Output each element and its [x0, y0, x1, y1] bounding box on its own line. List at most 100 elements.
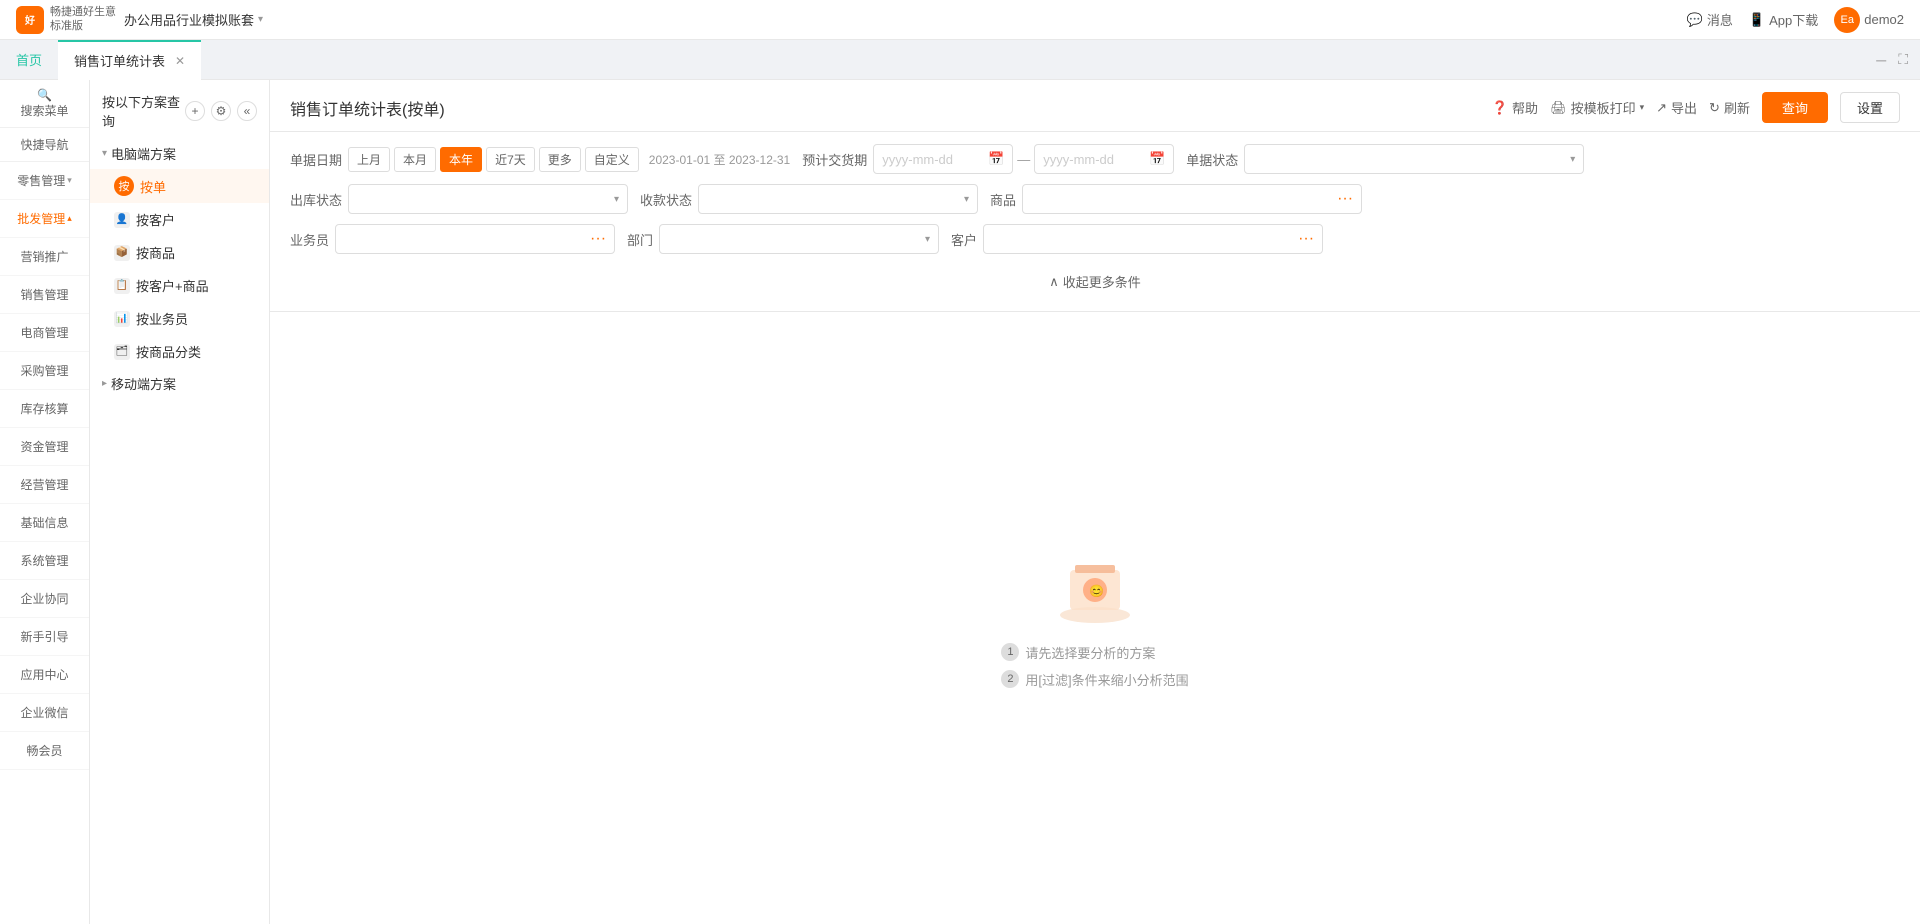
tip-num-1: 1: [1001, 643, 1019, 661]
scheme-group-pc: ▾ 电脑端方案 按 按单 👤 按客户 📦 按商品 📋 按客户+商品: [90, 138, 269, 368]
settings-btn[interactable]: 设置: [1840, 92, 1900, 123]
product-select[interactable]: ···: [1022, 184, 1362, 214]
scheme-settings-btn[interactable]: ⚙: [211, 101, 231, 121]
sidebar-item-retail[interactable]: 零售管理 ▾: [0, 162, 89, 200]
sidebar-item-ecommerce[interactable]: 电商管理: [0, 314, 89, 352]
sidebar-marketing-label: 营销推广: [20, 250, 68, 264]
filter-area: 单据日期 上月 本月 本年 近7天 更多 自定义 2023-01-01 至 20…: [270, 132, 1920, 312]
sidebar-item-appstore[interactable]: 应用中心: [0, 656, 89, 694]
date-btn-group: 上月 本月 本年 近7天 更多 自定义: [348, 147, 639, 172]
refresh-icon: ↻: [1709, 100, 1720, 116]
empty-tips: 1 请先选择要分析的方案 2 用[过滤]条件来缩小分析范围: [1001, 643, 1188, 697]
search-icon: 🔍: [8, 88, 81, 102]
collapse-bar[interactable]: ∧ 收起更多条件: [290, 264, 1900, 299]
scheme-collapse-btn[interactable]: «: [237, 101, 257, 121]
sidebar-quick[interactable]: 快捷导航: [0, 128, 89, 162]
filter-expected-date-label: 预计交货期: [802, 150, 867, 169]
scheme-item-by-product[interactable]: 📦 按商品: [90, 236, 269, 269]
user-area[interactable]: Ea demo2: [1834, 7, 1904, 33]
tab-close-btn[interactable]: ✕: [175, 54, 185, 68]
bill-status-select[interactable]: ▾: [1244, 144, 1584, 174]
salesman-more-btn[interactable]: ···: [590, 230, 606, 248]
date-last-month-btn[interactable]: 上月: [348, 147, 390, 172]
sidebar-item-purchase[interactable]: 采购管理: [0, 352, 89, 390]
main-content: 销售订单统计表(按单) ❓ 帮助 🖨 按模板打印 ▾ ↗ 导出: [270, 80, 1920, 924]
scheme-item-by-order[interactable]: 按 按单: [90, 169, 269, 203]
date-custom-btn[interactable]: 自定义: [585, 147, 639, 172]
salesman-select[interactable]: ···: [335, 224, 615, 254]
message-btn[interactable]: 💬 消息: [1687, 10, 1733, 29]
customer-select[interactable]: ···: [983, 224, 1323, 254]
sidebar-item-coop[interactable]: 企业协同: [0, 580, 89, 618]
scheme-item-by-cust-prod[interactable]: 📋 按客户+商品: [90, 269, 269, 302]
scheme-panel-header: 按以下方案查询 + ⚙ «: [90, 88, 269, 138]
filter-row-3: 业务员 ··· 部门 ▾ 客户: [290, 224, 1900, 254]
export-btn[interactable]: ↗ 导出: [1656, 98, 1697, 117]
home-label: 首页: [16, 50, 42, 69]
customer-more-btn[interactable]: ···: [1298, 230, 1314, 248]
scheme-item-by-category[interactable]: 🗂 按商品分类: [90, 335, 269, 368]
print-icon: 🖨: [1550, 100, 1567, 116]
scheme-item-by-salesman[interactable]: 📊 按业务员: [90, 302, 269, 335]
calendar-end-icon: 📅: [1149, 151, 1165, 167]
sidebar-sales-label: 销售管理: [20, 288, 68, 302]
filter-date-label: 单据日期: [290, 150, 342, 169]
scheme-item-icon-by-cust-prod: 📋: [114, 278, 130, 294]
sidebar: 🔍 搜索菜单 快捷导航 零售管理 ▾ 批发管理 ▴ 营销推广 销售管理 电商管理…: [0, 80, 90, 924]
expected-date-end[interactable]: yyyy-mm-dd 📅: [1034, 144, 1174, 174]
sidebar-item-wholesale[interactable]: 批发管理 ▴: [0, 200, 89, 238]
tab-sales-stat[interactable]: 销售订单统计表 ✕: [58, 40, 201, 80]
date-this-month-btn[interactable]: 本月: [394, 147, 436, 172]
ship-status-arrow: ▾: [614, 194, 619, 205]
product-more-btn[interactable]: ···: [1337, 190, 1353, 208]
filter-customer-label: 客户: [951, 230, 977, 249]
scheme-item-by-salesman-label: 按业务员: [136, 309, 188, 328]
help-btn[interactable]: ❓ 帮助: [1492, 98, 1538, 117]
window-maximize-btn[interactable]: ⛶: [1894, 51, 1912, 68]
date-separator: —: [1017, 152, 1030, 167]
collapse-up-icon: ∧: [1049, 274, 1059, 290]
sidebar-system-label: 系统管理: [20, 554, 68, 568]
payment-status-select[interactable]: ▾: [698, 184, 978, 214]
sidebar-search[interactable]: 🔍 搜索菜单: [0, 80, 89, 128]
expected-date-start[interactable]: yyyy-mm-dd 📅: [873, 144, 1013, 174]
scheme-item-icon-by-salesman: 📊: [114, 311, 130, 327]
app-download-btn[interactable]: 📱 App下载: [1749, 10, 1818, 29]
template-print-btn[interactable]: 🖨 按模板打印 ▾: [1550, 98, 1644, 117]
scheme-group-pc-label: 电脑端方案: [111, 144, 176, 163]
sidebar-item-system[interactable]: 系统管理: [0, 542, 89, 580]
scheme-item-by-customer[interactable]: 👤 按客户: [90, 203, 269, 236]
date-end-placeholder: yyyy-mm-dd: [1043, 152, 1114, 167]
ship-status-select[interactable]: ▾: [348, 184, 628, 214]
refresh-btn[interactable]: ↻ 刷新: [1709, 98, 1750, 117]
sidebar-item-newbie[interactable]: 新手引导: [0, 618, 89, 656]
sidebar-item-finance[interactable]: 资金管理: [0, 428, 89, 466]
filter-payment-status-label: 收款状态: [640, 190, 692, 209]
date-last-7-btn[interactable]: 近7天: [486, 147, 535, 172]
scheme-item-icon-by-customer: 👤: [114, 212, 130, 228]
scheme-group-mobile-header[interactable]: ▸ 移动端方案: [90, 368, 269, 399]
sidebar-item-sales[interactable]: 销售管理: [0, 276, 89, 314]
sidebar-item-inventory[interactable]: 库存核算: [0, 390, 89, 428]
scheme-item-by-product-label: 按商品: [136, 243, 175, 262]
chevron-down-icon: ▾: [67, 175, 72, 186]
sidebar-item-basic[interactable]: 基础信息: [0, 504, 89, 542]
scheme-panel-actions: + ⚙ «: [185, 101, 257, 121]
date-this-year-btn[interactable]: 本年: [440, 147, 482, 172]
scheme-item-icon-by-product: 📦: [114, 245, 130, 261]
app-title[interactable]: 办公用品行业模拟账套 ▾: [124, 10, 263, 29]
tab-home[interactable]: 首页: [0, 40, 58, 80]
page-header: 销售订单统计表(按单) ❓ 帮助 🖨 按模板打印 ▾ ↗ 导出: [270, 80, 1920, 132]
sidebar-item-member[interactable]: 畅会员: [0, 732, 89, 770]
sidebar-item-operation[interactable]: 经营管理: [0, 466, 89, 504]
sidebar-item-marketing[interactable]: 营销推广: [0, 238, 89, 276]
filter-date: 单据日期 上月 本月 本年 近7天 更多 自定义 2023-01-01 至 20…: [290, 147, 790, 172]
scheme-add-btn[interactable]: +: [185, 101, 205, 121]
query-btn[interactable]: 查询: [1762, 92, 1828, 123]
department-select[interactable]: ▾: [659, 224, 939, 254]
empty-tip-2: 2 用[过滤]条件来缩小分析范围: [1001, 670, 1188, 689]
window-minimize-btn[interactable]: ─: [1872, 52, 1890, 68]
scheme-group-pc-header[interactable]: ▾ 电脑端方案: [90, 138, 269, 169]
date-more-btn[interactable]: 更多: [539, 147, 581, 172]
sidebar-item-wechat[interactable]: 企业微信: [0, 694, 89, 732]
